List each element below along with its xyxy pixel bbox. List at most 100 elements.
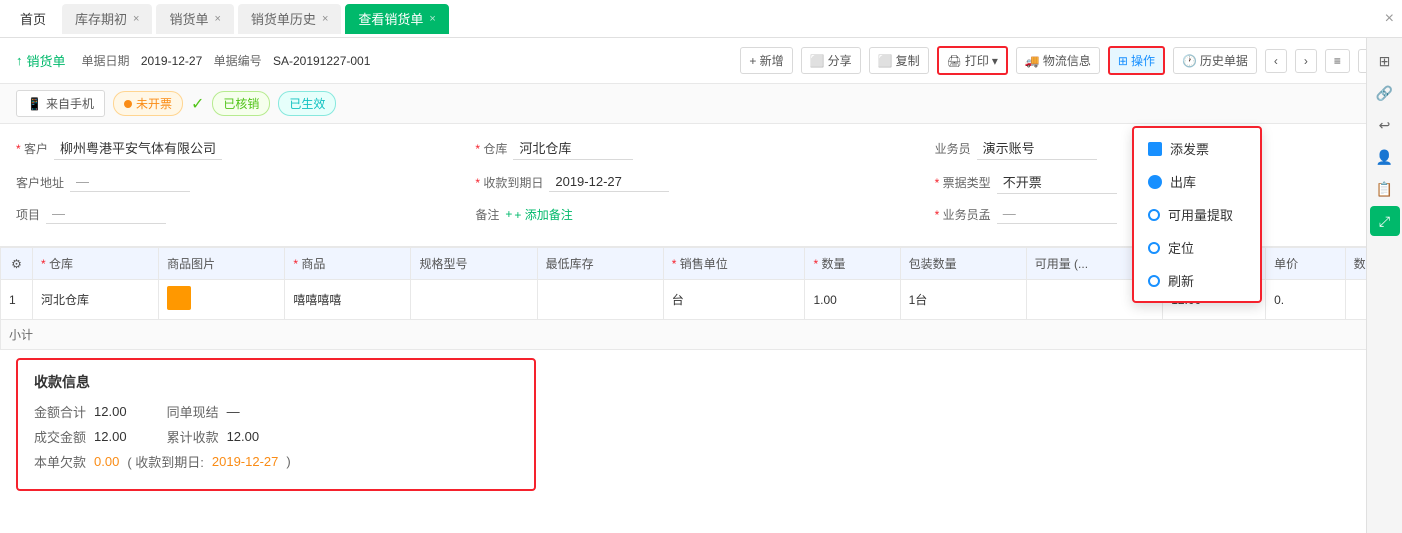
toolbar2: 📱 来自手机 未开票 ✓ 已核销 已生效: [0, 84, 1402, 124]
rt-btn-3[interactable]: ↩: [1370, 110, 1400, 140]
cell-warehouse: 河北仓库: [33, 280, 159, 320]
customer-value: 柳州粤港平安气体有限公司: [54, 136, 222, 160]
cell-price: 0.: [1266, 280, 1346, 320]
operation-button[interactable]: ⊞ 操作: [1108, 46, 1165, 75]
tab-view-sales[interactable]: 查看销货单 ×: [345, 4, 448, 34]
available-qty-label: 可用量提取: [1168, 205, 1233, 224]
next-button[interactable]: ›: [1295, 49, 1317, 73]
salesperson-value: 演示账号: [977, 136, 1097, 160]
no-label: 单据编号: [214, 54, 262, 68]
confirm-icon[interactable]: ✓: [191, 94, 204, 114]
deal-label: 成交金额: [34, 427, 86, 446]
subtotal-row: 小计: [1, 320, 1402, 350]
add-note-button[interactable]: + + 添加备注: [505, 206, 572, 223]
staff-value: —: [997, 204, 1117, 224]
print-label: 打印: [965, 52, 989, 69]
address-field: 客户地址 —: [16, 172, 467, 192]
rt-btn-2[interactable]: 🔗: [1370, 78, 1400, 108]
cell-product: 嘻嘻嘻嘻: [285, 280, 411, 320]
outbound-item[interactable]: 出库: [1134, 165, 1260, 198]
tab-close-icon[interactable]: ×: [322, 13, 328, 25]
tab-bar: 首页 库存期初 × 销货单 × 销货单历史 × 查看销货单 × ×: [0, 0, 1402, 38]
logistics-label: 物流信息: [1043, 52, 1091, 69]
same-order-field: 同单现结 —: [167, 402, 240, 421]
total-field: 金额合计 12.00: [34, 402, 127, 421]
refresh-item[interactable]: 刷新: [1134, 264, 1260, 297]
tab-label: 库存期初: [75, 9, 127, 28]
tab-sales-order[interactable]: 销货单 ×: [156, 4, 233, 34]
tab-close-icon[interactable]: ×: [429, 13, 435, 25]
col-product-img: 商品图片: [159, 248, 285, 280]
total-label: 金额合计: [34, 402, 86, 421]
main-content: ↑ 销货单 单据日期 2019-12-27 单据编号 SA-20191227-0…: [0, 38, 1402, 533]
copy-button[interactable]: ⬜ 复制: [869, 47, 929, 74]
locate-item[interactable]: 定位: [1134, 231, 1260, 264]
cell-unit: 台: [663, 280, 805, 320]
subtotal-label: 小计: [1, 320, 1402, 350]
dot-icon: [124, 100, 132, 108]
current-due-label: 本单欠款: [34, 452, 86, 471]
sales-order-icon: ↑: [16, 53, 23, 68]
cumulative-label: 累计收款: [167, 427, 219, 446]
total-value: 12.00: [94, 404, 127, 419]
summary-title: 收款信息: [34, 372, 518, 392]
payment-date-value: 2019-12-27: [549, 172, 669, 192]
col-warehouse: * 仓库: [33, 248, 159, 280]
add-invoice-item[interactable]: 添发票: [1134, 132, 1260, 165]
note-field: 备注 + + 添加备注: [475, 206, 926, 223]
available-qty-item[interactable]: 可用量提取: [1134, 198, 1260, 231]
cell-qty: 1.00: [805, 280, 900, 320]
tab-sales-history[interactable]: 销货单历史 ×: [238, 4, 341, 34]
due-date-label: ( 收款到期日:: [127, 452, 204, 471]
add-note-label: + 添加备注: [514, 206, 572, 223]
operation-dropdown: 添发票 出库 可用量提取 定位 刷新: [1132, 126, 1262, 303]
outbound-label: 出库: [1170, 172, 1196, 191]
logistics-button[interactable]: 🚚 物流信息: [1016, 47, 1100, 74]
same-order-label: 同单现结: [167, 402, 219, 421]
right-toolbar: ⊞ 🔗 ↩ 👤 📋 ⤢: [1366, 38, 1402, 533]
from-phone-button[interactable]: 📱 来自手机: [16, 90, 105, 117]
new-button[interactable]: + 新增: [740, 47, 792, 74]
print-button[interactable]: 🖨 打印 ▾: [937, 46, 1008, 75]
summary-row-3: 本单欠款 0.00 ( 收款到期日: 2019-12-27 ): [34, 452, 518, 471]
warehouse-field: 仓库 河北仓库: [475, 136, 926, 160]
toolbar: + 新增 ⬜ 分享 ⬜ 复制 🖨 打印 ▾ 🚚 物流信息: [740, 46, 1386, 75]
deal-field: 成交金额 12.00: [34, 427, 127, 446]
current-due-field: 本单欠款 0.00 ( 收款到期日: 2019-12-27 ): [34, 452, 291, 471]
project-label: 项目: [16, 206, 40, 223]
payment-date-field: 收款到期日 2019-12-27: [475, 172, 926, 192]
note-label: 备注: [475, 206, 499, 223]
rt-btn-5[interactable]: 📋: [1370, 174, 1400, 204]
confirmed-badge: 已核销: [212, 91, 270, 116]
effective-label: 已生效: [289, 95, 325, 112]
no-value: SA-20191227-001: [273, 54, 370, 68]
warehouse-value: 河北仓库: [513, 136, 633, 160]
operation-label: 操作: [1131, 52, 1155, 69]
deal-value: 12.00: [94, 429, 127, 444]
operation-icon: ⊞: [1118, 54, 1128, 68]
share-label: 分享: [828, 52, 852, 69]
history-button[interactable]: 🕐 历史单据: [1173, 47, 1257, 74]
from-phone-label: 来自手机: [46, 95, 94, 112]
list-view-button[interactable]: ≡: [1325, 49, 1350, 73]
copy-label: 复制: [896, 52, 920, 69]
phone-icon: 📱: [27, 97, 42, 111]
prev-button[interactable]: ‹: [1265, 49, 1287, 73]
close-all-icon[interactable]: ×: [1385, 10, 1394, 28]
col-qty: * 数量: [805, 248, 900, 280]
tab-close-icon[interactable]: ×: [214, 13, 220, 25]
rt-btn-expand[interactable]: ⤢: [1370, 206, 1400, 236]
share-button[interactable]: ⬜ 分享: [801, 47, 861, 74]
rt-btn-1[interactable]: ⊞: [1370, 46, 1400, 76]
tab-label: 查看销货单: [358, 9, 423, 28]
tab-close-icon[interactable]: ×: [133, 13, 139, 25]
tab-home[interactable]: 首页: [8, 9, 58, 28]
tab-inventory-init[interactable]: 库存期初 ×: [62, 4, 152, 34]
tab-label: 销货单历史: [251, 9, 316, 28]
rt-btn-4[interactable]: 👤: [1370, 142, 1400, 172]
refresh-icon: [1148, 275, 1160, 287]
col-gear: ⚙: [1, 248, 33, 280]
due-date-suffix: ): [286, 454, 290, 469]
col-pack-qty: 包装数量: [900, 248, 1026, 280]
cell-spec: [411, 280, 537, 320]
